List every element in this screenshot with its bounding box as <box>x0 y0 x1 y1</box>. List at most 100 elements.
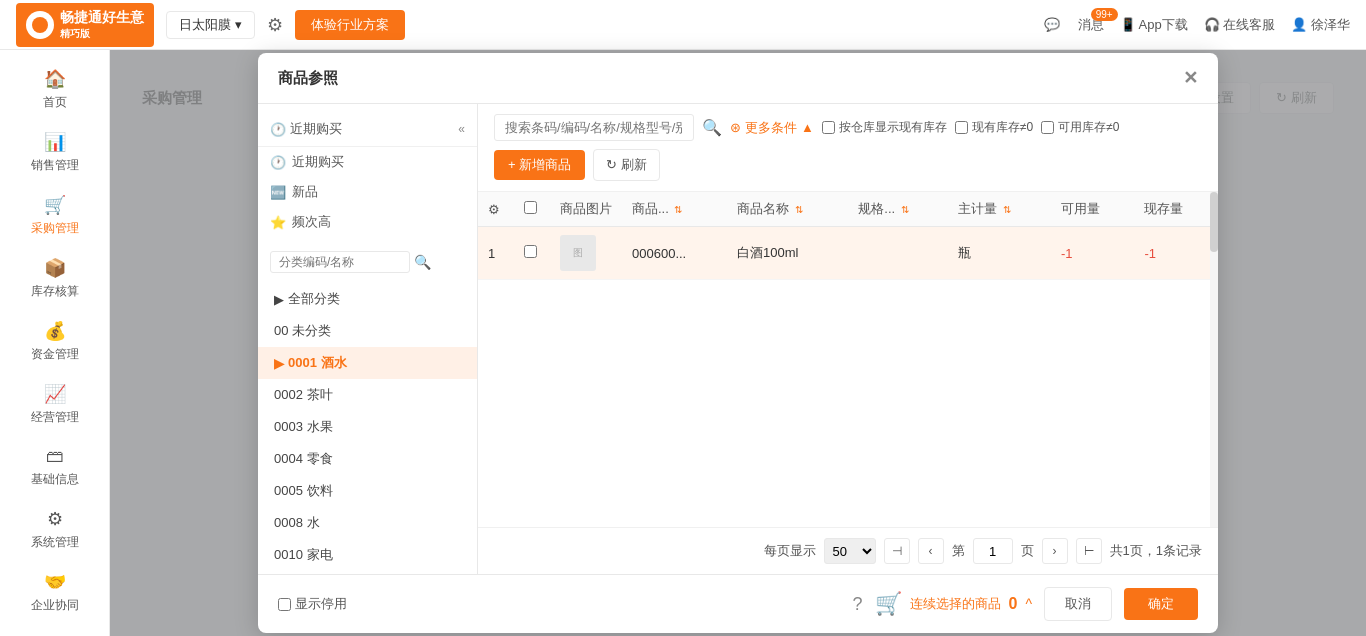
th-spec[interactable]: 规格... ⇅ <box>848 192 948 227</box>
per-page-select[interactable]: 50 10 20 100 <box>824 538 876 564</box>
col-header-unit: 主计量 <box>958 201 997 216</box>
stock-warehouse-check[interactable] <box>822 121 835 134</box>
col-header-available: 可用量 <box>1061 201 1100 216</box>
sidebar-item-home[interactable]: 🏠 首页 <box>0 58 109 121</box>
quick-recent[interactable]: 🕐 近期购买 <box>258 147 477 177</box>
last-page-btn[interactable]: ⊢ <box>1076 538 1102 564</box>
category-item-0004[interactable]: 0004 零食 <box>258 443 477 475</box>
refresh-btn[interactable]: ↻ 刷新 <box>593 149 660 181</box>
sidebar-label-inventory: 库存核算 <box>31 283 79 300</box>
logo-icon <box>26 11 54 39</box>
cancel-button[interactable]: 取消 <box>1044 587 1112 621</box>
category-item-0010[interactable]: 0010 家电 <box>258 539 477 571</box>
sidebar-item-guide[interactable]: 📖 新手引导 <box>0 624 109 636</box>
sidebar-item-collab[interactable]: 🤝 企业协同 <box>0 561 109 624</box>
confirm-button[interactable]: 确定 <box>1124 588 1198 620</box>
scrollbar-thumb[interactable] <box>1210 192 1218 252</box>
category-search-input[interactable] <box>270 251 410 273</box>
modal-body: 🕐 近期购买 « 🕐 近期购买 🆕 新品 <box>258 104 1218 574</box>
stock-not-zero-check[interactable] <box>955 121 968 134</box>
product-reference-modal: 商品参照 ✕ 🕐 近期购买 « <box>258 53 1218 633</box>
th-checkbox[interactable] <box>514 192 550 227</box>
app-download[interactable]: 📱 App下载 <box>1120 16 1188 34</box>
product-search-icon[interactable]: 🔍 <box>702 118 722 137</box>
help-icon[interactable]: ? <box>853 594 863 615</box>
pagination: 每页显示 50 10 20 100 ⊣ ‹ 第 页 <box>478 527 1218 574</box>
prev-page-btn[interactable]: ‹ <box>918 538 944 564</box>
all-category-arrow: ▶ <box>274 292 284 307</box>
product-search-input[interactable] <box>494 114 694 141</box>
sidebar-item-business[interactable]: 📈 经营管理 <box>0 373 109 436</box>
sort-name-icon: ⇅ <box>795 204 803 215</box>
company-selector[interactable]: 日太阳膜 ▾ <box>166 11 255 39</box>
category-item-0008[interactable]: 0008 水 <box>258 507 477 539</box>
show-disabled-checkbox[interactable] <box>278 598 291 611</box>
th-code[interactable]: 商品... ⇅ <box>622 192 727 227</box>
company-name: 日太阳膜 <box>179 16 231 34</box>
category-label-0005: 0005 饮料 <box>274 482 333 500</box>
cart-icon[interactable]: 🛒 <box>875 591 902 617</box>
trial-btn[interactable]: 体验行业方案 <box>295 10 405 40</box>
all-category-label: 全部分类 <box>288 290 340 308</box>
row-checkbox[interactable] <box>524 245 537 258</box>
usable-not-zero-checkbox[interactable]: 可用库存≠0 <box>1041 119 1119 136</box>
category-all[interactable]: ▶ 全部分类 <box>258 283 477 315</box>
category-item-0003[interactable]: 0003 水果 <box>258 411 477 443</box>
filter-btn[interactable]: ⊛ 更多条件 ▲ <box>730 119 814 137</box>
category-item-0001[interactable]: ▶ 0001 酒水 <box>258 347 477 379</box>
online-service[interactable]: 🎧 在线客服 <box>1204 16 1276 34</box>
stock-warehouse-label: 按仓库显示现有库存 <box>839 119 947 136</box>
sidebar-item-system[interactable]: ⚙ 系统管理 <box>0 498 109 561</box>
collab-icon: 🤝 <box>44 571 66 593</box>
sidebar-label-system: 系统管理 <box>31 534 79 551</box>
table-body: 1 图 000600... 白酒100ml <box>478 227 1218 280</box>
user-area[interactable]: 👤 徐泽华 <box>1291 16 1350 34</box>
gear-icon[interactable]: ⚙ <box>267 14 283 36</box>
show-disabled-label[interactable]: 显示停用 <box>278 595 347 613</box>
sales-icon: 📊 <box>44 131 66 153</box>
cart-label: 连续选择的商品 <box>910 595 1001 613</box>
th-name[interactable]: 商品名称 ⇅ <box>727 192 848 227</box>
quick-new[interactable]: 🆕 新品 <box>258 177 477 207</box>
table-row[interactable]: 1 图 000600... 白酒100ml <box>478 227 1218 280</box>
th-gear[interactable]: ⚙ <box>478 192 514 227</box>
modal-close-button[interactable]: ✕ <box>1183 67 1198 89</box>
select-all-checkbox[interactable] <box>524 201 537 214</box>
system-icon: ⚙ <box>47 508 63 530</box>
usable-not-zero-check[interactable] <box>1041 121 1054 134</box>
category-item-0002[interactable]: 0002 茶叶 <box>258 379 477 411</box>
sidebar-item-purchase[interactable]: 🛒 采购管理 <box>0 184 109 247</box>
per-page-label: 每页显示 <box>764 542 816 560</box>
category-search-icon[interactable]: 🔍 <box>414 254 431 270</box>
message-badge-container[interactable]: 💬 99+ 消息 <box>1044 16 1104 34</box>
stock-not-zero-checkbox[interactable]: 现有库存≠0 <box>955 119 1033 136</box>
cell-checkbox[interactable] <box>514 227 550 280</box>
cart-collapse-icon[interactable]: ^ <box>1025 596 1032 612</box>
sidebar-item-basic[interactable]: 🗃 基础信息 <box>0 436 109 498</box>
category-item-00[interactable]: 00 未分类 <box>258 315 477 347</box>
th-unit[interactable]: 主计量 ⇅ <box>948 192 1051 227</box>
category-label-0008: 0008 水 <box>274 514 320 532</box>
page-number-input[interactable] <box>973 538 1013 564</box>
collapse-btn[interactable]: « <box>458 122 465 136</box>
recent-buy-label[interactable]: 近期购买 <box>290 120 342 138</box>
category-item-0005[interactable]: 0005 饮料 <box>258 475 477 507</box>
sidebar-item-inventory[interactable]: 📦 库存核算 <box>0 247 109 310</box>
quick-new-label: 新品 <box>292 183 318 201</box>
purchase-icon: 🛒 <box>44 194 66 216</box>
add-product-btn[interactable]: + 新增商品 <box>494 150 585 180</box>
cart-count: 0 <box>1009 595 1018 613</box>
page-text2: 页 <box>1021 542 1034 560</box>
filter-label: 更多条件 <box>745 119 797 137</box>
next-page-btn[interactable]: › <box>1042 538 1068 564</box>
first-page-btn[interactable]: ⊣ <box>884 538 910 564</box>
col-header-spec: 规格... <box>858 201 895 216</box>
home-icon: 🏠 <box>44 68 66 90</box>
sidebar-label-home: 首页 <box>43 94 67 111</box>
quick-frequent[interactable]: ⭐ 频次高 <box>258 207 477 237</box>
sidebar-item-sales[interactable]: 📊 销售管理 <box>0 121 109 184</box>
stock-by-warehouse-checkbox[interactable]: 按仓库显示现有库存 <box>822 119 947 136</box>
scrollbar-track[interactable] <box>1210 192 1218 527</box>
modal-right-panel: 🔍 ⊛ 更多条件 ▲ 按仓库显示现有库存 <box>478 104 1218 574</box>
sidebar-item-finance[interactable]: 💰 资金管理 <box>0 310 109 373</box>
